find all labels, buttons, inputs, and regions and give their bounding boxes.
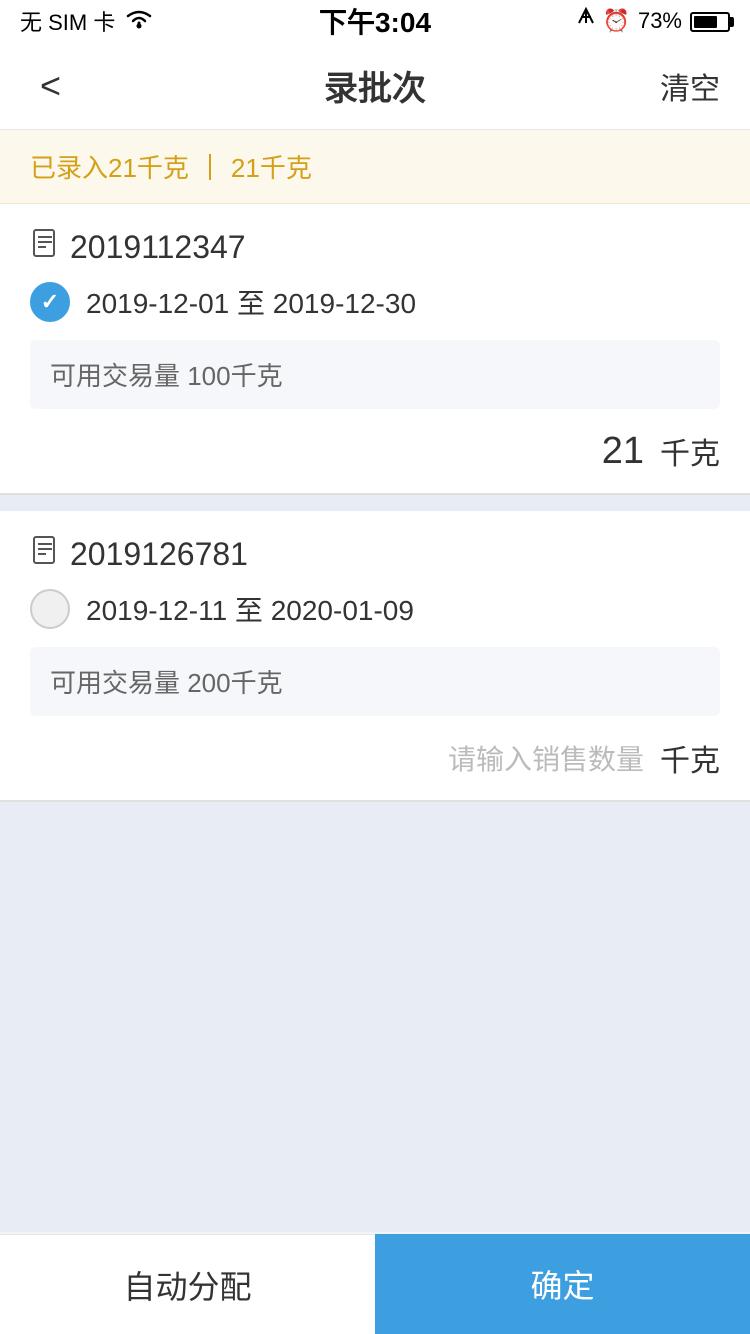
empty-area — [0, 802, 750, 1232]
bottom-bar: 自动分配 确定 — [0, 1234, 750, 1334]
auto-distribute-button[interactable]: 自动分配 — [0, 1234, 375, 1334]
carrier-text: 无 SIM 卡 — [20, 5, 115, 37]
wifi-icon — [125, 7, 153, 35]
recorded-label: 已录入21千克 — [30, 148, 189, 185]
batch-id-2: 2019126781 — [70, 536, 248, 573]
radio-btn-1[interactable] — [30, 282, 70, 322]
avail-text-2: 可用交易量 200千克 — [50, 668, 283, 698]
status-right: ⏰ 73% — [577, 7, 730, 35]
qty-value-1[interactable]: 21 — [602, 430, 644, 473]
batch-date-row-1[interactable]: 2019-12-01 至 2019-12-30 — [30, 282, 720, 322]
battery-percent: 73% — [638, 8, 682, 34]
back-button[interactable]: < — [30, 55, 71, 117]
qty-row-2[interactable]: 请输入销售数量 千克 — [0, 716, 750, 802]
document-icon-2 — [30, 535, 60, 573]
nav-bar: < 录批次 清空 — [0, 42, 750, 130]
qty-unit-1: 千克 — [660, 429, 720, 473]
avail-text-1: 可用交易量 100千克 — [50, 361, 283, 391]
radio-btn-2[interactable] — [30, 589, 70, 629]
clear-button[interactable]: 清空 — [660, 64, 720, 108]
section-divider — [0, 495, 750, 511]
status-bar: 无 SIM 卡 下午3:04 ⏰ 73% — [0, 0, 750, 42]
document-icon-1 — [30, 228, 60, 266]
confirm-button[interactable]: 确定 — [375, 1234, 750, 1334]
qty-unit-2: 千克 — [660, 736, 720, 780]
status-left: 无 SIM 卡 — [20, 5, 153, 37]
status-time: 下午3:04 — [319, 1, 431, 41]
avail-box-2: 可用交易量 200千克 — [30, 647, 720, 716]
batch-header-2: 2019126781 — [30, 535, 720, 573]
batch-date-1: 2019-12-01 至 2019-12-30 — [86, 282, 416, 322]
avail-box-1: 可用交易量 100千克 — [30, 340, 720, 409]
batch-item-2: 2019126781 2019-12-11 至 2020-01-09 可用交易量… — [0, 511, 750, 716]
qty-placeholder-2[interactable]: 请输入销售数量 — [448, 738, 644, 778]
battery-icon — [690, 8, 730, 34]
batch-date-row-2[interactable]: 2019-12-11 至 2020-01-09 — [30, 589, 720, 629]
batch-date-2: 2019-12-11 至 2020-01-09 — [86, 589, 414, 629]
info-banner: 已录入21千克 21千克 — [0, 130, 750, 204]
batch-header-1: 2019112347 — [30, 228, 720, 266]
alarm-icon: ⏰ — [603, 8, 630, 34]
location-icon — [577, 7, 595, 35]
qty-row-1: 21 千克 — [0, 409, 750, 495]
batch-item-1: 2019112347 2019-12-01 至 2019-12-30 可用交易量… — [0, 204, 750, 409]
batch-id-1: 2019112347 — [70, 229, 246, 266]
page-title: 录批次 — [324, 61, 426, 110]
main-content: 已录入21千克 21千克 2019112347 2019-12-01 至 201… — [0, 130, 750, 1332]
info-divider — [209, 154, 211, 180]
recorded-value: 21千克 — [231, 148, 312, 185]
